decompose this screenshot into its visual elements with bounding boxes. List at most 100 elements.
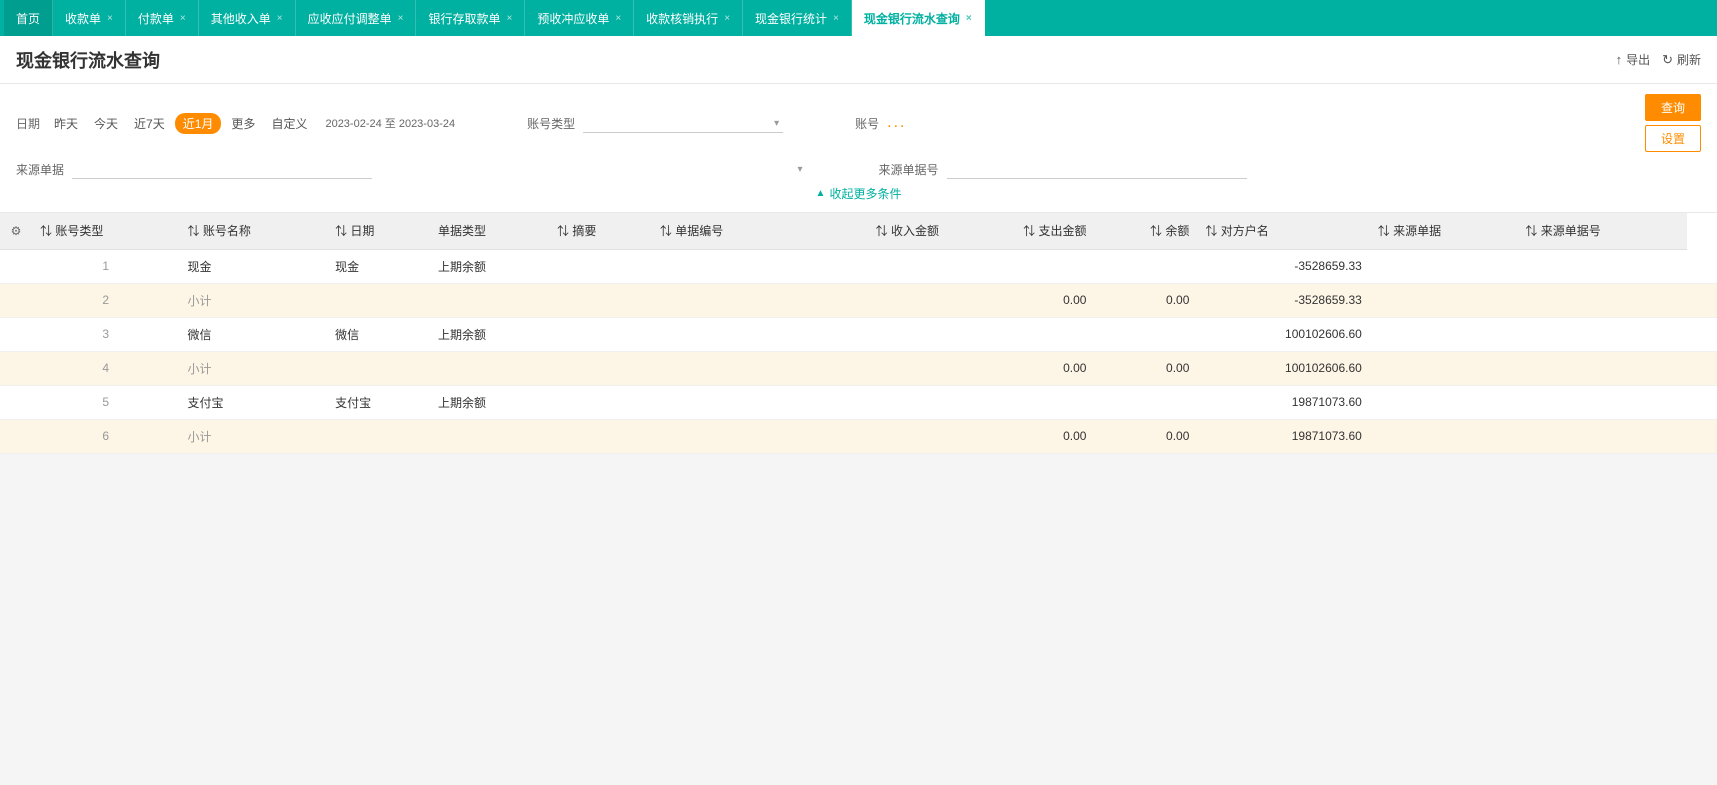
sort-date-icon[interactable]: ⇅ <box>335 224 347 238</box>
cell-row-num: 4 <box>32 351 180 385</box>
cell-summary <box>652 283 800 317</box>
source-doc-input[interactable] <box>72 160 372 179</box>
account-no-filter: 账号 ... <box>855 114 910 132</box>
cell-source-doc <box>1517 385 1687 419</box>
account-type-label: 账号类型 <box>527 115 575 132</box>
close-cash-flow-icon[interactable]: × <box>966 13 972 24</box>
nav-tab-receipt[interactable]: 收款单 × <box>53 0 126 36</box>
close-payment-icon[interactable]: × <box>180 13 186 24</box>
date-btn-custom[interactable]: 自定义 <box>265 113 313 134</box>
nav-tab-payment[interactable]: 付款单 × <box>126 0 199 36</box>
account-type-select-wrapper: ▾ <box>583 114 783 133</box>
cell-doc-type <box>549 385 652 419</box>
close-bank-deposit-icon[interactable]: × <box>506 13 512 24</box>
data-table: ⚙ ⇅ 账号类型 ⇅ 账号名称 ⇅ 日期 单据类型 ⇅ <box>0 213 1717 454</box>
close-collect-icon[interactable]: × <box>724 13 730 24</box>
export-icon: ↑ <box>1616 52 1623 67</box>
sort-source-doc-no-icon[interactable]: ⇅ <box>1525 224 1537 238</box>
cell-summary <box>652 317 800 351</box>
cell-balance: 19871073.60 <box>1197 385 1369 419</box>
cell-balance: 100102606.60 <box>1197 317 1369 351</box>
cell-income-amt: 0.00 <box>947 419 1095 453</box>
account-no-dots-button[interactable]: ... <box>887 114 906 132</box>
col-summary: ⇅ 摘要 <box>549 213 652 249</box>
sort-account-name-icon[interactable]: ⇅ <box>188 224 200 238</box>
date-btn-more[interactable]: 更多 <box>225 113 261 134</box>
nav-tab-other-income[interactable]: 其他收入单 × <box>199 0 296 36</box>
close-prepay-icon[interactable]: × <box>615 13 621 24</box>
table-row[interactable]: 1现金现金上期余额-3528659.33 <box>0 249 1717 283</box>
cell-income-amt: 0.00 <box>947 283 1095 317</box>
date-btn-7days[interactable]: 近7天 <box>128 113 171 134</box>
col-account-type: ⇅ 账号类型 <box>32 213 180 249</box>
nav-tab-cash-bank-flow[interactable]: 现金银行流水查询 × <box>852 0 985 36</box>
close-cash-stat-icon[interactable]: × <box>833 13 839 24</box>
nav-tab-ar-ap-adjust[interactable]: 应收应付调整单 × <box>296 0 417 36</box>
close-other-income-icon[interactable]: × <box>277 13 283 24</box>
table-row[interactable]: 3微信微信上期余额100102606.60 <box>0 317 1717 351</box>
refresh-label: 刷新 <box>1677 51 1701 68</box>
cell-date <box>430 351 549 385</box>
nav-tab-bank-deposit[interactable]: 银行存取款单 × <box>416 0 525 36</box>
nav-tab-cash-bank-stat[interactable]: 现金银行统计 × <box>743 0 852 36</box>
nav-tab-collect-exec[interactable]: 收款核销执行 × <box>634 0 743 36</box>
col-expense-amt: ⇅ 支出金额 <box>947 213 1095 249</box>
col-balance: ⇅ 余额 <box>1094 213 1197 249</box>
collapse-bar[interactable]: ▲ 收起更多条件 <box>16 183 1701 204</box>
date-btn-1month[interactable]: 近1月 <box>175 113 222 134</box>
col-source-doc-no-label: 来源单据号 <box>1541 224 1601 238</box>
cell-doc-type <box>549 419 652 453</box>
sort-income-icon[interactable]: ⇅ <box>876 224 888 238</box>
close-receipt-icon[interactable]: × <box>107 13 113 24</box>
sort-summary-icon[interactable]: ⇅ <box>557 224 569 238</box>
sort-account-type-icon[interactable]: ⇅ <box>40 224 52 238</box>
collapse-label: 收起更多条件 <box>829 185 901 202</box>
cell-account-type: 微信 <box>180 317 328 351</box>
source-doc-no-input[interactable] <box>947 160 1247 179</box>
filter-area: 日期 昨天 今天 近7天 近1月 更多 自定义 2023-02-24 至 202… <box>0 84 1717 213</box>
cell-account-name: 支付宝 <box>327 385 430 419</box>
nav-tab-prepay-offset[interactable]: 预收冲应收单 × <box>525 0 634 36</box>
cell-date: 上期余额 <box>430 317 549 351</box>
cell-doc-no <box>799 385 947 419</box>
cell-balance: -3528659.33 <box>1197 249 1369 283</box>
table-body: 1现金现金上期余额-3528659.332小计0.000.00-3528659.… <box>0 249 1717 453</box>
header-actions: ↑ 导出 ↻ 刷新 <box>1616 51 1701 68</box>
sort-doc-no-icon[interactable]: ⇅ <box>660 224 672 238</box>
table-row[interactable]: 2小计0.000.00-3528659.33 <box>0 283 1717 317</box>
refresh-button[interactable]: ↻ 刷新 <box>1662 51 1701 68</box>
settings-button[interactable]: 设置 <box>1645 125 1701 152</box>
nav-tab-home[interactable]: 首页 <box>4 0 53 36</box>
sort-counterpart-icon[interactable]: ⇅ <box>1205 224 1217 238</box>
col-counterpart-label: 对方户名 <box>1221 224 1269 238</box>
cell-row-num: 6 <box>32 419 180 453</box>
date-btn-yesterday[interactable]: 昨天 <box>48 113 84 134</box>
sort-expense-icon[interactable]: ⇅ <box>1023 224 1035 238</box>
account-type-filter: 账号类型 ▾ <box>527 114 783 133</box>
cell-counterpart <box>1370 283 1518 317</box>
collect-exec-label: 收款核销执行 <box>646 10 718 27</box>
export-button[interactable]: ↑ 导出 <box>1616 51 1651 68</box>
close-ar-ap-icon[interactable]: × <box>398 13 404 24</box>
account-type-input[interactable] <box>583 114 783 133</box>
col-account-type-label: 账号类型 <box>55 224 103 238</box>
column-settings[interactable]: ⚙ <box>0 213 32 249</box>
query-button[interactable]: 查询 <box>1645 94 1701 121</box>
cell-source-doc-no <box>1687 283 1717 317</box>
table-row[interactable]: 5支付宝支付宝上期余额19871073.60 <box>0 385 1717 419</box>
cell-summary <box>652 419 800 453</box>
cell-row-num: 5 <box>32 385 180 419</box>
cell-source-doc-no <box>1687 249 1717 283</box>
source-doc-select-wrapper: ▾ <box>72 160 806 179</box>
source-doc-label: 来源单据 <box>16 161 64 178</box>
date-btn-today[interactable]: 今天 <box>88 113 124 134</box>
table-row[interactable]: 6小计0.000.0019871073.60 <box>0 419 1717 453</box>
sort-balance-icon[interactable]: ⇅ <box>1150 224 1162 238</box>
collapse-arrow-icon: ▲ <box>816 188 826 199</box>
cell-gear <box>0 351 32 385</box>
cell-account-name <box>327 419 430 453</box>
sort-source-doc-icon[interactable]: ⇅ <box>1378 224 1390 238</box>
table-row[interactable]: 4小计0.000.00100102606.60 <box>0 351 1717 385</box>
cell-expense-amt: 0.00 <box>1094 283 1197 317</box>
cell-doc-no <box>799 351 947 385</box>
